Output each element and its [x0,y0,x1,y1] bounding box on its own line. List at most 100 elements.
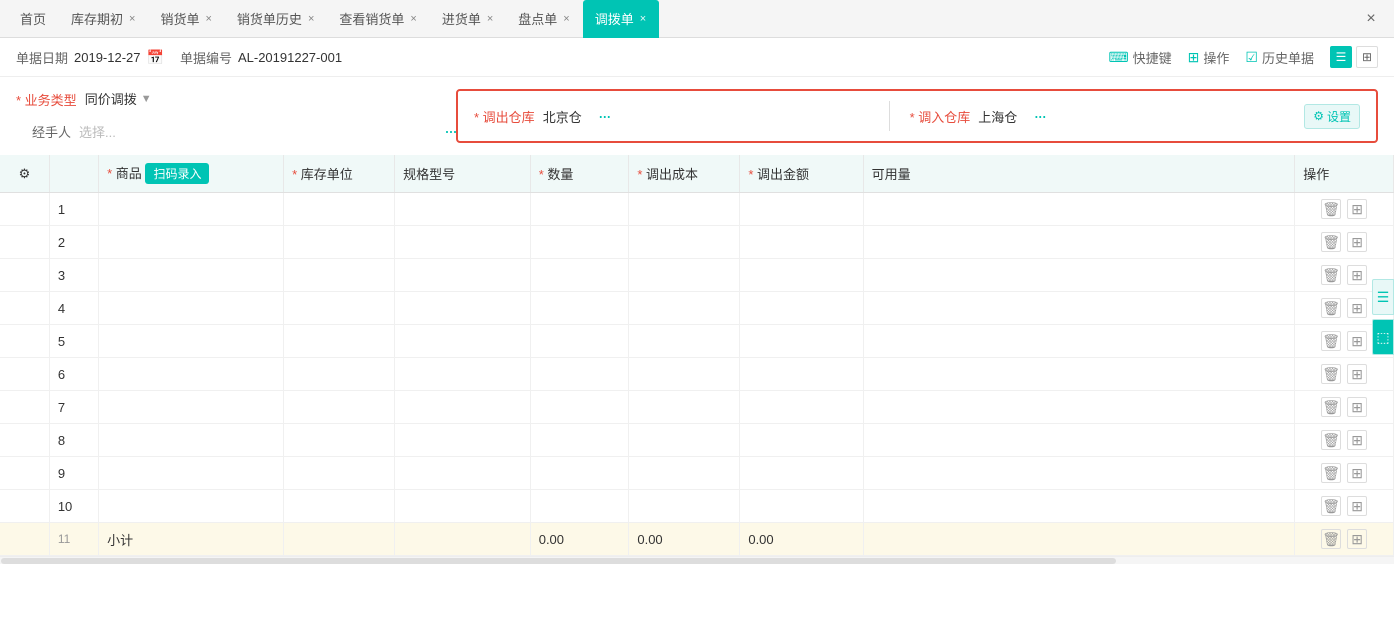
row-unit[interactable] [284,490,395,523]
row-product[interactable] [99,193,284,226]
row-spec[interactable] [395,391,531,424]
source-warehouse-more-icon[interactable]: ··· [598,106,610,127]
row-delete-icon[interactable]: 🗑 [1321,199,1341,219]
row-spec[interactable] [395,193,531,226]
row-amount[interactable] [740,193,863,226]
row-delete-icon[interactable]: 🗑 [1321,463,1341,483]
tab-close-sales-history[interactable]: × [308,13,314,25]
row-qty[interactable] [530,259,629,292]
row-unit[interactable] [284,292,395,325]
row-amount[interactable] [740,325,863,358]
tab-close-purchase-order[interactable]: × [487,13,493,25]
row-unit[interactable] [284,424,395,457]
row-cost[interactable] [629,358,740,391]
row-amount[interactable] [740,391,863,424]
row-qty[interactable] [530,490,629,523]
row-amount[interactable] [740,424,863,457]
row-qty[interactable] [530,193,629,226]
row-cost[interactable] [629,391,740,424]
row-unit[interactable] [284,391,395,424]
row-delete-icon[interactable]: 🗑 [1321,265,1341,285]
row-product[interactable] [99,490,284,523]
row-spec[interactable] [395,424,531,457]
tab-close-inventory-init[interactable]: × [129,13,135,25]
horizontal-scrollbar[interactable] [0,556,1394,564]
row-amount[interactable] [740,490,863,523]
tab-transfer-order[interactable]: 调拨单 × [583,0,659,38]
scan-entry-button[interactable]: 扫码录入 [145,163,209,184]
operations-button[interactable]: ⊞ 操作 [1188,48,1230,67]
row-product[interactable] [99,226,284,259]
scrollbar-thumb[interactable] [1,558,1116,564]
side-expand-icon[interactable]: ⬚ [1372,319,1394,355]
row-amount[interactable] [740,457,863,490]
tab-purchase-order[interactable]: 进货单 × [430,0,506,38]
row-copy-icon[interactable]: ⊞ [1347,232,1367,252]
row-copy-icon[interactable]: ⊞ [1347,265,1367,285]
row-copy-icon[interactable]: ⊞ [1347,331,1367,351]
shortcuts-button[interactable]: ⌨ 快捷键 [1108,48,1171,67]
history-button[interactable]: ☑ 历史单据 [1245,48,1314,67]
row-unit[interactable] [284,358,395,391]
handler-more-icon[interactable]: ··· [444,121,456,142]
row-qty[interactable] [530,325,629,358]
row-unit[interactable] [284,457,395,490]
date-value[interactable]: 2019-12-27 [74,50,141,65]
row-cost[interactable] [629,325,740,358]
row-spec[interactable] [395,226,531,259]
tab-home[interactable]: 首页 [8,0,59,38]
tab-sales-history[interactable]: 销货单历史 × [225,0,327,38]
row-delete-icon[interactable]: 🗑 [1321,364,1341,384]
row-spec[interactable] [395,292,531,325]
row-spec[interactable] [395,259,531,292]
row-product[interactable] [99,292,284,325]
row-product[interactable] [99,325,284,358]
row-copy-icon[interactable]: ⊞ [1347,496,1367,516]
row-spec[interactable] [395,457,531,490]
tab-close-transfer-order[interactable]: × [640,13,646,25]
row-delete-icon[interactable]: 🗑 [1321,430,1341,450]
row-unit[interactable] [284,259,395,292]
row-product[interactable] [99,358,284,391]
tab-sales-order[interactable]: 销货单 × [148,0,224,38]
row-spec[interactable] [395,490,531,523]
row-delete-icon[interactable]: 🗑 [1321,397,1341,417]
view-list-icon[interactable]: ☰ [1330,46,1352,68]
th-gear[interactable]: ⚙ [0,155,49,193]
side-list-icon[interactable]: ☰ [1372,279,1394,315]
row-copy-icon[interactable]: ⊞ [1347,397,1367,417]
row-qty[interactable] [530,391,629,424]
row-amount[interactable] [740,358,863,391]
row-amount[interactable] [740,292,863,325]
row-qty[interactable] [530,457,629,490]
row-delete-icon[interactable]: 🗑 [1321,298,1341,318]
row-product[interactable] [99,424,284,457]
row-cost[interactable] [629,490,740,523]
row-qty[interactable] [530,424,629,457]
tab-close-sales-order[interactable]: × [205,13,211,25]
row-copy-icon[interactable]: ⊞ [1347,298,1367,318]
copy-icon[interactable]: ⊞ [1347,529,1367,549]
row-cost[interactable] [629,259,740,292]
row-cost[interactable] [629,457,740,490]
row-amount[interactable] [740,226,863,259]
view-grid-icon[interactable]: ⊞ [1356,46,1378,68]
settings-button[interactable]: ⚙ 设置 [1304,104,1360,129]
row-cost[interactable] [629,424,740,457]
tab-inventory-check[interactable]: 盘点单 × [506,0,582,38]
tab-close-view-sales[interactable]: × [410,13,416,25]
row-copy-icon[interactable]: ⊞ [1347,463,1367,483]
row-cost[interactable] [629,226,740,259]
row-product[interactable] [99,391,284,424]
source-warehouse-value[interactable]: 北京仓 [543,107,582,126]
row-unit[interactable] [284,325,395,358]
row-qty[interactable] [530,358,629,391]
tab-inventory-init[interactable]: 库存期初 × [59,0,148,38]
business-type-select[interactable]: 同价调拨 ▼ [85,89,456,109]
row-copy-icon[interactable]: ⊞ [1347,430,1367,450]
tab-close-inventory-check[interactable]: × [563,13,569,25]
target-warehouse-more-icon[interactable]: ··· [1033,106,1045,127]
row-cost[interactable] [629,193,740,226]
tab-view-sales[interactable]: 查看销货单 × [327,0,429,38]
calendar-icon[interactable]: 📅 [147,49,164,66]
